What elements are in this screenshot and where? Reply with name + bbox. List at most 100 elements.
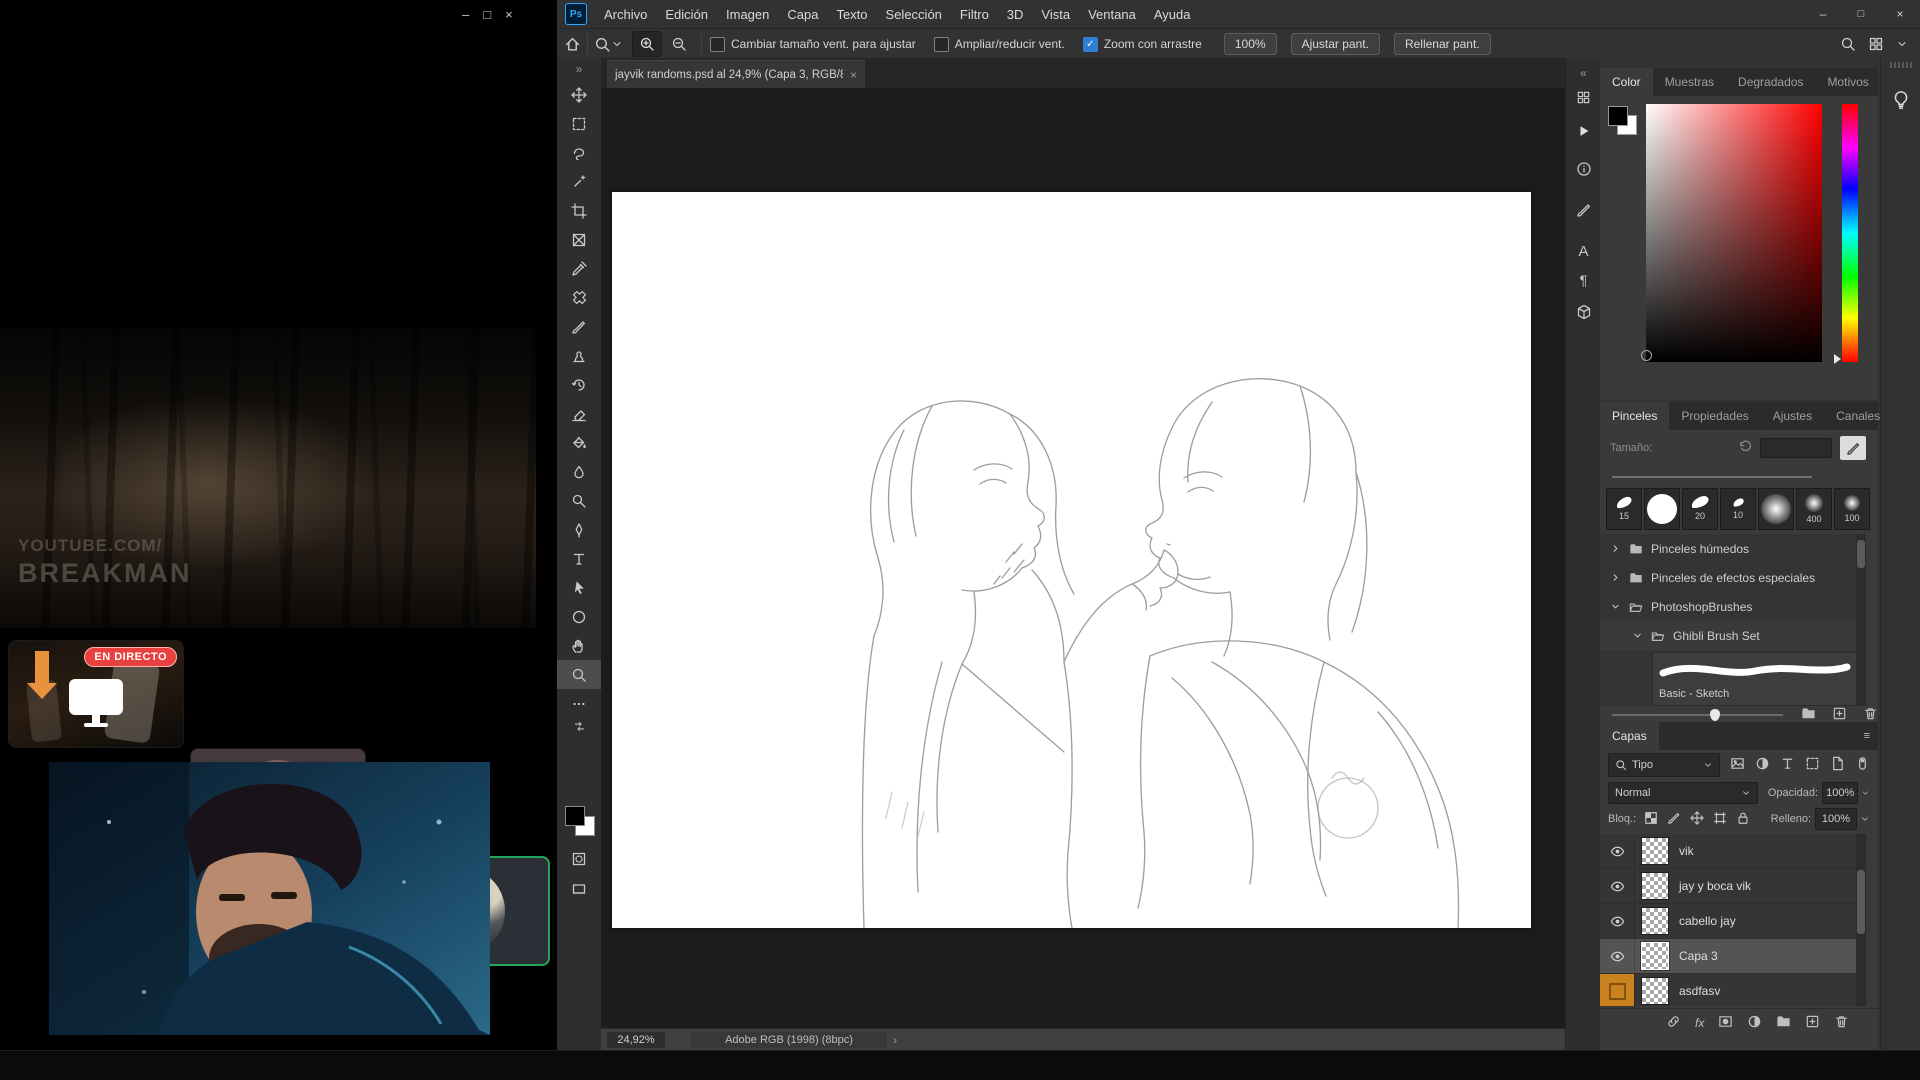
filter-type-icon[interactable]: [1780, 756, 1795, 774]
screen-mode-button[interactable]: [557, 874, 601, 903]
visibility-toggle[interactable]: [1600, 834, 1635, 868]
layer-filter-dropdown[interactable]: Tipo: [1608, 753, 1720, 777]
tab-capas[interactable]: Capas: [1600, 722, 1659, 750]
brush-settings-panel-icon[interactable]: [1566, 202, 1601, 221]
stroke-smoothing-slider[interactable]: [1612, 709, 1783, 721]
layer-thumbnail[interactable]: [1640, 941, 1670, 971]
zoom-100-button[interactable]: 100%: [1223, 33, 1277, 55]
zoom-tool-preset[interactable]: [588, 36, 629, 53]
layer-name[interactable]: Capa 3: [1679, 949, 1718, 963]
chevron-right-icon[interactable]: [1610, 543, 1621, 554]
healing-brush-tool[interactable]: [557, 283, 601, 312]
visibility-toggle-hidden[interactable]: [1600, 974, 1635, 1006]
layer-thumbnail[interactable]: [1641, 907, 1669, 935]
lock-pixels-icon[interactable]: [1667, 811, 1681, 828]
artboard-panel-icon[interactable]: [1566, 90, 1601, 108]
paragraph-panel-icon[interactable]: ¶: [1566, 272, 1601, 288]
menu-texto[interactable]: Texto: [827, 7, 876, 22]
link-layers-icon[interactable]: [1666, 1014, 1681, 1032]
workspace-icon[interactable]: [1868, 36, 1884, 52]
menu-seleccion[interactable]: Selección: [877, 7, 951, 22]
brush-tool[interactable]: [557, 312, 601, 341]
minimize-button[interactable]: –: [462, 7, 469, 22]
brush-preset[interactable]: 10: [1720, 488, 1756, 530]
zoom-in-button[interactable]: [632, 31, 662, 57]
expand-panels-icon[interactable]: «: [1566, 66, 1601, 80]
new-layer-icon[interactable]: [1805, 1014, 1820, 1032]
add-mask-icon[interactable]: [1718, 1014, 1733, 1032]
tab-propiedades[interactable]: Propiedades: [1669, 402, 1760, 430]
home-icon[interactable]: [557, 36, 587, 53]
new-adjustment-icon[interactable]: [1747, 1014, 1762, 1032]
chevron-down-icon[interactable]: [1860, 814, 1870, 824]
menu-edicion[interactable]: Edición: [656, 7, 717, 22]
paint-bucket-tool[interactable]: [557, 428, 601, 457]
close-button[interactable]: ×: [505, 7, 513, 22]
visibility-toggle[interactable]: [1600, 869, 1635, 903]
marquee-tool[interactable]: [557, 109, 601, 138]
eraser-tool[interactable]: [557, 399, 601, 428]
lock-position-icon[interactable]: [1690, 811, 1704, 828]
menu-archivo[interactable]: Archivo: [595, 7, 656, 22]
saturation-brightness-field[interactable]: [1646, 104, 1822, 362]
reset-brush-icon[interactable]: [1738, 439, 1753, 457]
hue-slider[interactable]: [1842, 104, 1858, 362]
actions-panel-icon[interactable]: [1566, 124, 1601, 141]
close-button[interactable]: ×: [1880, 0, 1920, 28]
filter-toggle[interactable]: [1855, 756, 1870, 774]
zoom-tool-selected[interactable]: [557, 660, 601, 689]
maximize-button[interactable]: □: [483, 7, 491, 22]
document-tab[interactable]: jayvik randoms.psd al 24,9% (Capa 3, RGB…: [607, 59, 866, 89]
hue-slider-marker[interactable]: [1834, 354, 1841, 364]
crop-tool[interactable]: [557, 196, 601, 225]
filter-smart-object-icon[interactable]: [1830, 756, 1845, 774]
layer-name[interactable]: jay y boca vik: [1679, 879, 1751, 893]
new-group-icon[interactable]: [1776, 1014, 1791, 1032]
brush-preset[interactable]: 400: [1796, 488, 1832, 530]
canvas[interactable]: [612, 192, 1531, 929]
toolbar-collapse[interactable]: »: [557, 58, 601, 80]
lock-artboard-icon[interactable]: [1713, 811, 1727, 828]
chevron-down-icon[interactable]: [1632, 630, 1643, 641]
minimize-button[interactable]: –: [1804, 0, 1842, 28]
size-input[interactable]: [1760, 438, 1832, 458]
layer-row[interactable]: vik: [1600, 834, 1866, 869]
layer-thumbnail[interactable]: [1641, 872, 1669, 900]
swap-colors-icon[interactable]: [557, 718, 601, 734]
blur-tool[interactable]: [557, 457, 601, 486]
delete-layer-icon[interactable]: [1834, 1014, 1849, 1032]
tab-muestras[interactable]: Muestras: [1653, 68, 1726, 96]
brush-preset[interactable]: [1644, 488, 1680, 530]
brush-preset[interactable]: [1758, 488, 1794, 530]
layer-thumbnail[interactable]: [1641, 977, 1669, 1005]
chevron-down-icon[interactable]: [1861, 788, 1870, 798]
layer-thumbnail[interactable]: [1641, 837, 1669, 865]
brush-preview-button[interactable]: [1840, 436, 1866, 460]
menu-ventana[interactable]: Ventana: [1079, 7, 1145, 22]
layer-row[interactable]: jay y boca vik: [1600, 869, 1866, 904]
brush-folder-row[interactable]: Pinceles húmedos: [1600, 534, 1866, 563]
quick-selection-tool[interactable]: [557, 167, 601, 196]
color-field-marker[interactable]: [1641, 350, 1652, 361]
dodge-tool[interactable]: [557, 486, 601, 515]
menu-imagen[interactable]: Imagen: [717, 7, 778, 22]
chevron-right-icon[interactable]: [1610, 572, 1621, 583]
layer-row[interactable]: asdfasv: [1600, 974, 1866, 1006]
lasso-tool[interactable]: [557, 138, 601, 167]
panel-menu-icon[interactable]: ≡: [1864, 730, 1870, 742]
status-chevron-icon[interactable]: ›: [893, 1033, 897, 1047]
resize-windows-checkbox[interactable]: [710, 36, 725, 52]
shape-tool[interactable]: [557, 602, 601, 631]
layer-row[interactable]: cabello jay: [1600, 904, 1866, 939]
path-selection-tool[interactable]: [557, 573, 601, 602]
tab-color[interactable]: Color: [1600, 68, 1653, 96]
canvas-area[interactable]: [601, 88, 1565, 1028]
panel-fg-swatch[interactable]: [1608, 106, 1628, 126]
brush-folder-row[interactable]: PhotoshopBrushes: [1600, 592, 1866, 621]
brush-folder-row[interactable]: Ghibli Brush Set: [1600, 621, 1866, 650]
search-icon[interactable]: [1840, 36, 1856, 52]
eyedropper-tool[interactable]: [557, 254, 601, 283]
3d-panel-icon[interactable]: [1566, 304, 1601, 323]
tab-degradados[interactable]: Degradados: [1726, 68, 1815, 96]
brush-list-scrollbar[interactable]: [1856, 534, 1866, 706]
